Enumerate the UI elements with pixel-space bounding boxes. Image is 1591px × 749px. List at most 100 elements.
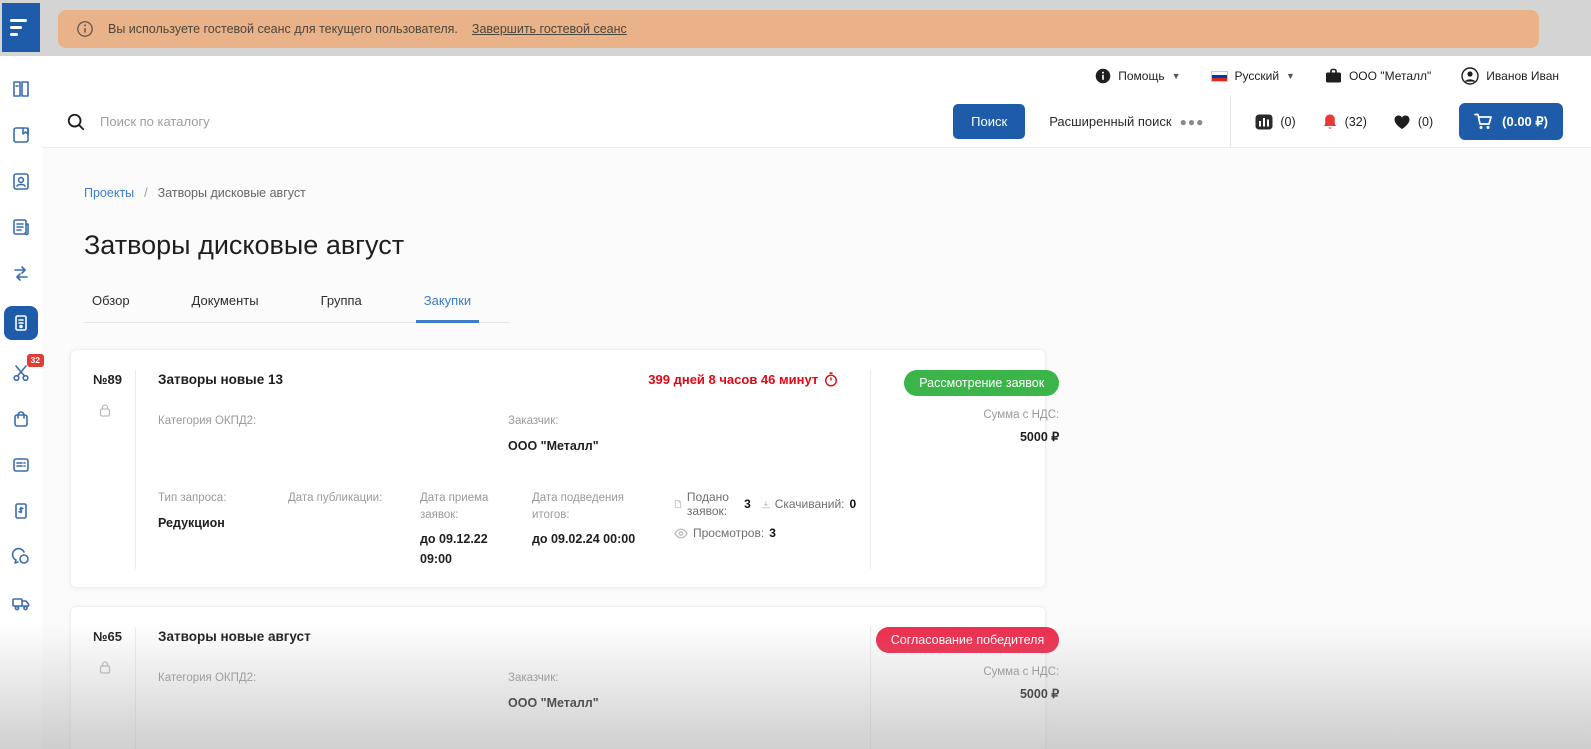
field-pub-date: Дата публикации: <box>288 492 383 505</box>
chevron-down-icon: ▼ <box>1171 71 1181 81</box>
card-number: №65 <box>93 629 122 645</box>
profile-badge-icon <box>13 173 29 190</box>
products-icon <box>13 127 29 143</box>
card-title[interactable]: Затворы новые август <box>158 629 311 644</box>
cards-list-icon <box>13 458 29 472</box>
more-options-icon: ●●● <box>1179 114 1205 129</box>
eye-icon <box>674 528 688 539</box>
heart-icon <box>1394 115 1410 129</box>
field-category: Категория ОКПД2: <box>158 672 257 685</box>
card-title[interactable]: Затворы новые 13 <box>158 372 283 387</box>
sum-value: 5000 ₽ <box>1019 687 1060 702</box>
tab-documents[interactable]: Документы <box>184 287 267 322</box>
purchase-card: №89 Затворы новые 13 399 дней 8 часов 46… <box>70 349 1060 589</box>
stopwatch-icon <box>825 372 838 387</box>
field-category: Категория ОКПД2: <box>158 415 257 427</box>
search-icon <box>67 113 85 130</box>
document-icon <box>674 499 682 509</box>
chevron-down-icon: ▼ <box>1286 71 1295 81</box>
sidebar-item-exchange[interactable] <box>6 260 36 286</box>
field-accept-date: Дата приема заявок: до 09.12.22 09:00 <box>420 492 489 566</box>
compare-icon <box>1255 114 1273 129</box>
app-logo[interactable] <box>2 3 40 52</box>
tab-purchases[interactable]: Закупки <box>415 287 480 323</box>
top-header: Помощь ▼ Русский ▼ ООО "Металл" Иванов И… <box>42 56 1591 96</box>
guest-banner-text: Вы используете гостевой сеанс для текуще… <box>108 22 458 36</box>
advanced-search[interactable]: Расширенный поиск ●●● <box>1049 114 1204 129</box>
breadcrumb-current: Затворы дисковые август <box>157 186 306 200</box>
end-guest-session-link[interactable]: Завершить гостевой сеанс <box>472 22 627 36</box>
compare-counter[interactable]: (0) <box>1255 114 1296 130</box>
search-bar: Поиск Расширенный поиск ●●● (0) (32) (0)… <box>42 96 1591 148</box>
sidebar-item-profile[interactable] <box>6 168 36 194</box>
chat-icon <box>11 547 29 564</box>
card-number: №89 <box>93 372 122 387</box>
card-stats: Подано заявок: 3 Скачиваний: 0 Просмотров:… <box>674 490 856 569</box>
field-request-type: Тип запроса: Редукцион <box>158 492 227 530</box>
card-main: Затворы новые 13 399 дней 8 часов 46 мин… <box>135 370 872 570</box>
card-side: Согласование победителя Сумма с НДС: 500… <box>871 627 1083 749</box>
sidebar-item-finance[interactable] <box>6 498 36 524</box>
bag-icon <box>14 411 28 427</box>
tab-overview[interactable]: Обзор <box>84 287 138 322</box>
status-badge: Согласование победителя <box>875 627 1060 654</box>
field-customer: Заказчик: ООО "Металл" <box>508 415 599 453</box>
sidebar-item-catalog[interactable] <box>6 76 36 102</box>
card-number-column: №89 <box>71 370 135 569</box>
search-input[interactable] <box>100 114 954 129</box>
tabs: Обзор Документы Группа Закупки <box>84 287 510 323</box>
status-badge: Рассмотрение заявок <box>904 370 1060 396</box>
finance-doc-icon <box>15 503 27 519</box>
breadcrumb: Проекты / Затворы дисковые август <box>84 186 306 200</box>
page-title: Затворы дисковые август <box>84 230 405 260</box>
card-timer: 399 дней 8 часов 46 минут <box>648 372 838 387</box>
field-customer: Заказчик: ООО "Металл" <box>508 672 599 710</box>
sidebar-item-delivery[interactable] <box>6 590 36 616</box>
sidebar-item-projects-active[interactable] <box>4 306 38 340</box>
card-side: Рассмотрение заявок Сумма с НДС: 5000 ₽ <box>871 370 1083 569</box>
company-menu[interactable]: ООО "Металл" <box>1325 68 1431 84</box>
download-icon <box>762 500 770 508</box>
user-menu[interactable]: Иванов Иван <box>1461 67 1559 85</box>
sidebar-item-news[interactable] <box>6 214 36 240</box>
sidebar-item-purchases[interactable]: 32 <box>6 354 44 386</box>
news-icon <box>13 219 29 236</box>
card-number-column: №65 <box>71 627 135 749</box>
guest-session-banner: Вы используете гостевой сеанс для текуще… <box>58 10 1539 48</box>
search-button[interactable]: Поиск <box>953 104 1026 139</box>
sidebar-item-orders[interactable] <box>6 406 36 432</box>
bell-icon <box>1323 114 1336 129</box>
tab-group[interactable]: Группа <box>313 287 370 322</box>
card-main: Затворы новые август Категория ОКПД2: За… <box>135 627 872 749</box>
favorites-counter[interactable]: (0) <box>1393 114 1433 130</box>
catalog-icon <box>13 81 29 97</box>
lock-icon <box>99 404 111 417</box>
briefcase-icon <box>1325 68 1341 83</box>
truck-icon <box>12 598 30 611</box>
content-area: Проекты / Затворы дисковые август Затвор… <box>42 148 1591 749</box>
help-icon <box>1095 68 1111 84</box>
main-area: Помощь ▼ Русский ▼ ООО "Металл" Иванов И… <box>42 56 1591 749</box>
notifications-counter[interactable]: (32) <box>1322 113 1367 131</box>
russian-flag-icon <box>1210 70 1228 82</box>
sidebar-item-products[interactable] <box>6 122 36 148</box>
help-menu[interactable]: Помощь ▼ <box>1095 68 1181 84</box>
top-band: Вы используете гостевой сеанс для текуще… <box>0 0 1591 56</box>
sum-value: 5000 ₽ <box>1019 430 1060 444</box>
sidebar-item-chat[interactable] <box>6 544 36 570</box>
sidebar-item-cards[interactable] <box>6 452 36 478</box>
info-icon <box>77 21 93 37</box>
purchases-count-badge: 32 <box>26 354 44 368</box>
purchase-card: №65 Затворы новые август Категория ОКПД2… <box>70 606 1060 749</box>
exchange-arrows-icon <box>14 266 28 281</box>
divider <box>1230 96 1232 147</box>
lock-icon <box>99 661 111 674</box>
user-avatar-icon <box>1461 67 1479 85</box>
cart-icon <box>1474 113 1493 129</box>
language-menu[interactable]: Русский ▼ <box>1210 69 1295 83</box>
cart-button[interactable]: (0.00 ₽) <box>1459 103 1563 140</box>
field-result-date: Дата подведения итогов: до 09.02.24 00:0… <box>532 492 636 547</box>
purchase-cards-list: №89 Затворы новые 13 399 дней 8 часов 46… <box>70 349 1060 749</box>
projects-doc-icon <box>15 315 27 331</box>
breadcrumb-projects-link[interactable]: Проекты <box>84 186 134 200</box>
